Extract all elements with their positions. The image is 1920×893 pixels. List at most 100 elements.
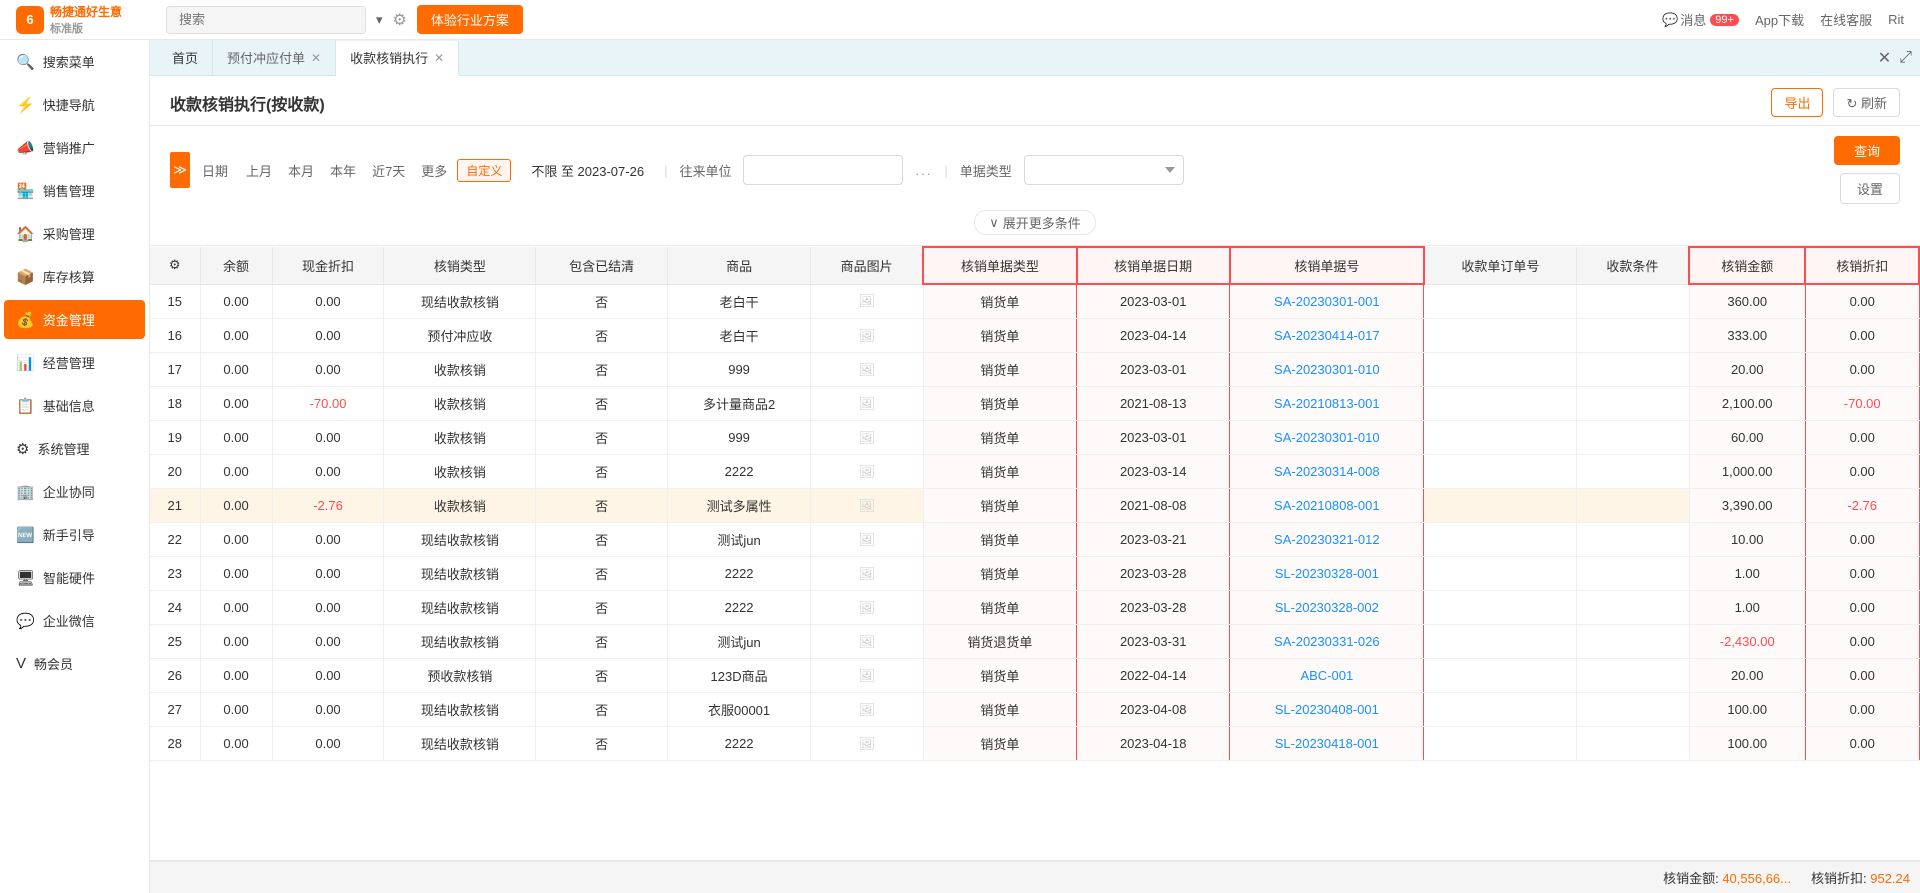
row-cancel-date: 2023-03-21 (1077, 523, 1230, 557)
row-product: 多计量商品2 (668, 387, 811, 421)
date-custom-button[interactable]: 自定义 (457, 159, 511, 182)
gear-icon[interactable]: ⚙ (393, 10, 407, 30)
table-area[interactable]: ⚙ 余额 现金折扣 核销类型 包含已结清 商品 商品图片 核销单据类型 核销单据… (150, 246, 1920, 860)
row-receipt-condition (1576, 421, 1689, 455)
date-btn-this-year[interactable]: 本年 (324, 159, 362, 182)
sidebar-item-search[interactable]: 🔍 搜索菜单 (0, 40, 149, 83)
user-name[interactable]: Rit (1888, 12, 1904, 27)
maximize-button[interactable]: ⤢ (1899, 49, 1912, 67)
row-cash-discount: -70.00 (272, 387, 384, 421)
close-tab-button[interactable]: ✕ (1878, 48, 1891, 68)
sidebar-item-basic[interactable]: 📋 基础信息 (0, 384, 149, 427)
row-cancel-doc-no[interactable]: SA-20230331-026 (1230, 625, 1424, 659)
row-id: 28 (150, 727, 200, 761)
industry-solution-button[interactable]: 体验行业方案 (417, 5, 523, 34)
row-cash-discount: 0.00 (272, 353, 384, 387)
message-badge: 99+ (1710, 14, 1739, 26)
sidebar-item-sales[interactable]: 🏪 销售管理 (0, 169, 149, 212)
filter-divider-1: | (664, 163, 667, 178)
row-cancel-doc-no[interactable]: SL-20230328-001 (1230, 557, 1424, 591)
tab-prepay-close[interactable]: ✕ (311, 51, 321, 65)
row-cancel-doc-no[interactable]: SA-20230414-017 (1230, 319, 1424, 353)
row-cancel-doc-no[interactable]: SA-20230301-010 (1230, 353, 1424, 387)
marketing-icon: 📣 (16, 139, 35, 157)
from-unit-input[interactable] (743, 155, 903, 185)
date-btn-7days[interactable]: 近7天 (366, 159, 411, 182)
row-cash-discount: 0.00 (272, 319, 384, 353)
online-service-link[interactable]: 在线客服 (1820, 10, 1872, 29)
row-cancel-doc-no[interactable]: SA-20230301-010 (1230, 421, 1424, 455)
table-row: 270.000.00现结收款核销否衣服00001🖼销货单2023-04-08SL… (150, 693, 1919, 727)
row-cancel-doc-no[interactable]: SA-20210808-001 (1230, 489, 1424, 523)
row-id: 16 (150, 319, 200, 353)
top-bar-center: ▾ ⚙ 体验行业方案 (166, 5, 1662, 34)
row-include-settled: 否 (536, 727, 668, 761)
col-gear[interactable]: ⚙ (150, 247, 200, 284)
export-button[interactable]: 导出 (1771, 88, 1823, 117)
filter-expand-button[interactable]: ≫ (170, 152, 190, 188)
sidebar-item-member[interactable]: V 畅会员 (0, 642, 149, 685)
row-cancel-doc-type: 销货单 (923, 353, 1076, 387)
tab-receipt[interactable]: 收款核销执行 ✕ (336, 41, 459, 76)
row-cancel-doc-no[interactable]: ABC-001 (1230, 659, 1424, 693)
sidebar-item-purchase[interactable]: 🏠 采购管理 (0, 212, 149, 255)
row-product: 2222 (668, 455, 811, 489)
query-button[interactable]: 查询 (1834, 136, 1900, 165)
row-cancel-doc-no[interactable]: SL-20230328-002 (1230, 591, 1424, 625)
sidebar-item-capital[interactable]: 💰 资金管理 (4, 300, 145, 339)
row-cancel-amount: -2,430.00 (1689, 625, 1805, 659)
row-product: 2222 (668, 557, 811, 591)
date-btn-this-month[interactable]: 本月 (282, 159, 320, 182)
row-cancel-doc-no[interactable]: SA-20230321-012 (1230, 523, 1424, 557)
search-input[interactable] (166, 6, 366, 34)
row-receipt-order-no (1424, 455, 1577, 489)
row-cancel-doc-no[interactable]: SA-20230301-001 (1230, 284, 1424, 319)
sidebar-item-inventory[interactable]: 📦 库存核算 (0, 255, 149, 298)
table-row: 200.000.00收款核销否2222🖼销货单2023-03-14SA-2023… (150, 455, 1919, 489)
row-cash-discount: 0.00 (272, 284, 384, 319)
row-cancel-doc-type: 销货单 (923, 319, 1076, 353)
row-cancel-discount: 0.00 (1805, 455, 1919, 489)
sidebar-item-wechat[interactable]: 💬 企业微信 (0, 599, 149, 642)
refresh-button[interactable]: ↻ 刷新 (1833, 88, 1900, 117)
row-cancel-doc-no[interactable]: SL-20230408-001 (1230, 693, 1424, 727)
row-cash-discount: 0.00 (272, 421, 384, 455)
message-link[interactable]: 💬 消息 99+ (1662, 10, 1739, 29)
row-cancel-doc-no[interactable]: SA-20210813-001 (1230, 387, 1424, 421)
col-receipt-order-no: 收款单订单号 (1424, 247, 1577, 284)
date-btn-prev-month[interactable]: 上月 (240, 159, 278, 182)
sidebar-item-shortcut[interactable]: ⚡ 快捷导航 (0, 83, 149, 126)
settings-button[interactable]: 设置 (1840, 173, 1900, 204)
doc-type-select[interactable] (1024, 155, 1184, 185)
sidebar-item-business[interactable]: 📊 经营管理 (0, 341, 149, 384)
row-cancel-doc-type: 销货单 (923, 727, 1076, 761)
row-receipt-condition (1576, 727, 1689, 761)
date-btn-more[interactable]: 更多 (415, 159, 453, 182)
row-product-img: 🖼 (811, 727, 924, 761)
sidebar-label-search: 搜索菜单 (43, 52, 95, 71)
tab-prepay[interactable]: 预付冲应付单 ✕ (213, 40, 336, 75)
row-include-settled: 否 (536, 353, 668, 387)
sidebar-item-system[interactable]: ⚙ 系统管理 (0, 427, 149, 470)
row-cancel-doc-no[interactable]: SA-20230314-008 (1230, 455, 1424, 489)
sidebar-item-company[interactable]: 🏢 企业协同 (0, 470, 149, 513)
row-cancel-doc-type: 销货单 (923, 523, 1076, 557)
sidebar-item-hardware[interactable]: 🖥 智能硬件 (0, 556, 149, 599)
row-cancel-doc-no[interactable]: SL-20230418-001 (1230, 727, 1424, 761)
row-cancel-discount: 0.00 (1805, 625, 1919, 659)
dropdown-arrow[interactable]: ▾ (376, 12, 383, 28)
sidebar-label-capital: 资金管理 (43, 310, 95, 329)
row-cancel-date: 2023-03-14 (1077, 455, 1230, 489)
row-cancel-discount: 0.00 (1805, 727, 1919, 761)
row-receipt-order-no (1424, 489, 1577, 523)
row-id: 23 (150, 557, 200, 591)
row-balance: 0.00 (200, 557, 272, 591)
app-download-link[interactable]: App下载 (1755, 10, 1804, 29)
sidebar-item-marketing[interactable]: 📣 营销推广 (0, 126, 149, 169)
sidebar-item-guide[interactable]: 🆕 新手引导 (0, 513, 149, 556)
tab-receipt-close[interactable]: ✕ (434, 51, 444, 65)
expand-more-button[interactable]: ∨ 展开更多条件 (974, 210, 1096, 235)
row-receipt-order-no (1424, 319, 1577, 353)
tabs-actions: ✕ ⤢ (1878, 48, 1912, 68)
tab-home[interactable]: 首页 (158, 40, 213, 75)
